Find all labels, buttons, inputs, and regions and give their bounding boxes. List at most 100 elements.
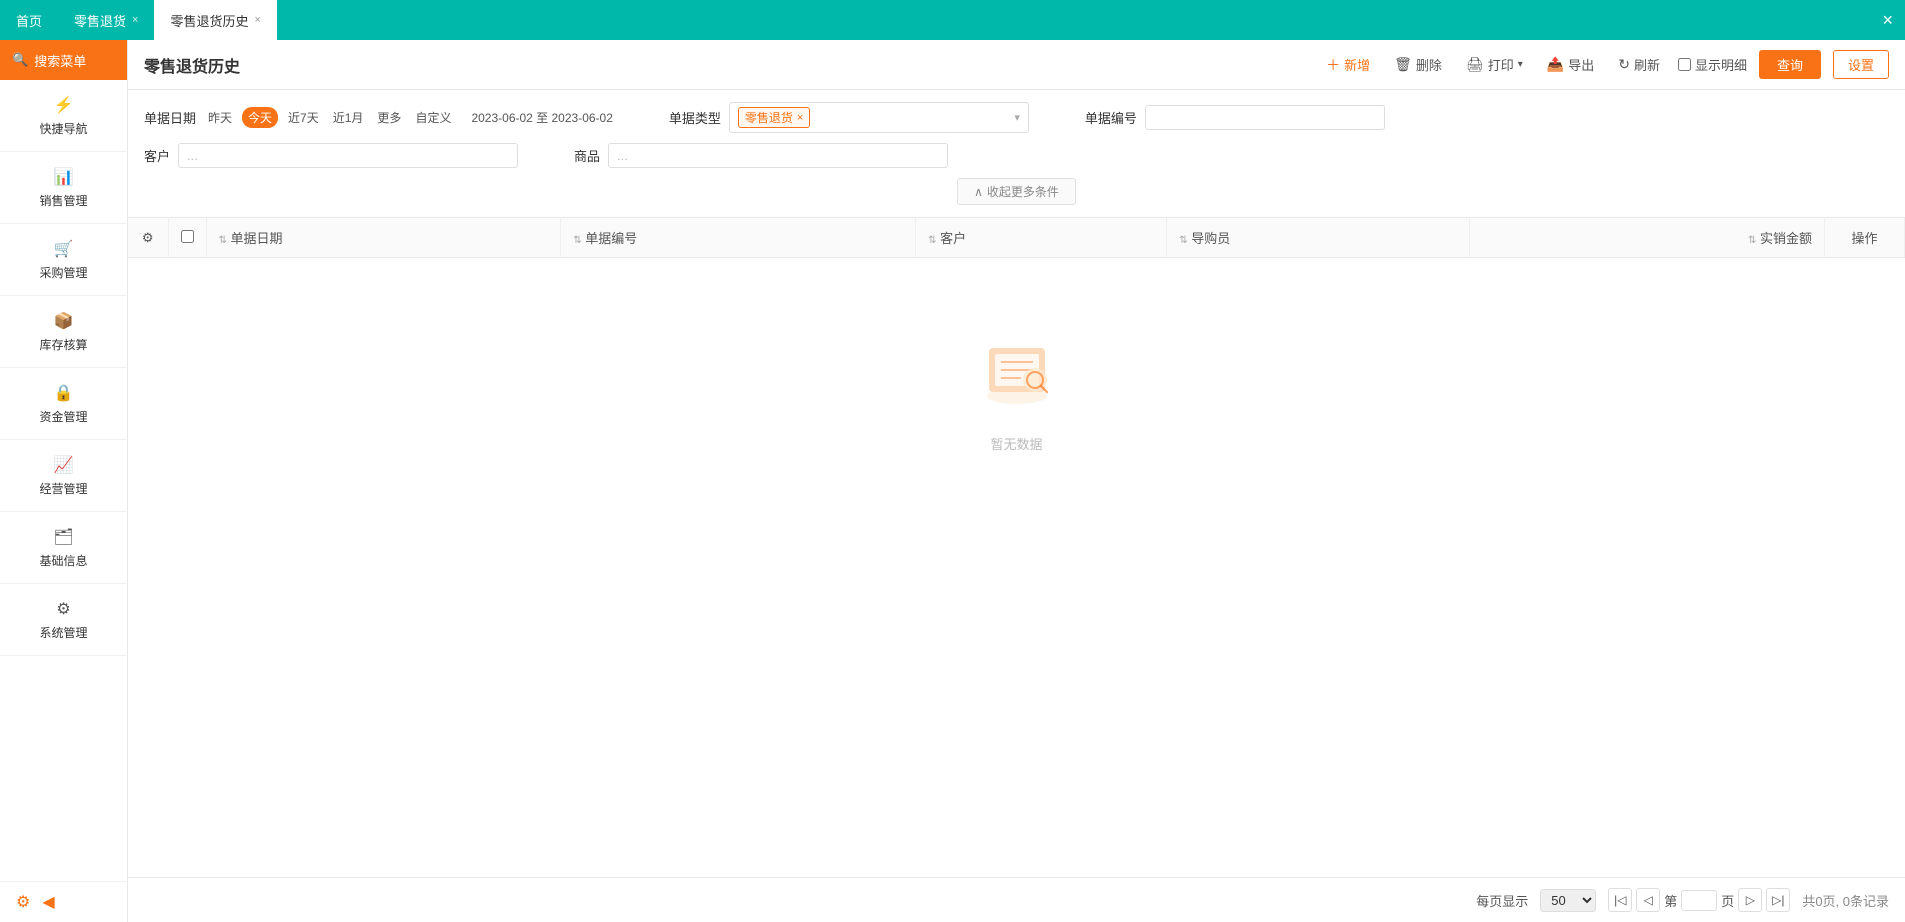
column-number[interactable]: ⇅ 单据编号 [561, 218, 916, 258]
filter-number-group: 单据编号 [1085, 105, 1385, 130]
inventory-icon: 📦 [53, 310, 75, 332]
sidebar-item-operations-label: 经营管理 [39, 480, 87, 497]
date-btn-7days[interactable]: 近7天 [284, 107, 323, 128]
sidebar-item-system[interactable]: ⚙ 系统管理 [0, 584, 127, 656]
print-arrow-icon: ▾ [1518, 59, 1523, 70]
sidebar-item-quick-nav[interactable]: ⚡ 快捷导航 [0, 80, 127, 152]
customer-filter-select[interactable]: ... [178, 143, 518, 168]
refresh-icon: ↻ [1618, 56, 1630, 73]
sales-icon: 📊 [53, 166, 75, 188]
goods-placeholder: ... [617, 148, 628, 163]
sidebar-item-finance[interactable]: 🔒 资金管理 [0, 368, 127, 440]
type-tag-close[interactable]: × [797, 112, 803, 124]
prev-page-button[interactable]: ◁ [1636, 888, 1660, 912]
column-customer-sort-icon: ⇅ [928, 235, 936, 246]
topbar-tabs: 首页 零售退货 × 零售退货历史 × [0, 0, 1870, 40]
sidebar-item-purchase[interactable]: 🛒 采购管理 [0, 224, 127, 296]
print-button[interactable]: 🖨 打印 ▾ [1460, 51, 1529, 78]
export-label: 导出 [1568, 55, 1594, 74]
new-icon: ＋ [1326, 55, 1340, 75]
quick-nav-icon: ⚡ [53, 94, 75, 116]
column-amount-sort-icon: ⇅ [1748, 235, 1756, 246]
export-button[interactable]: 📤 导出 [1541, 51, 1600, 78]
sidebar-item-sales[interactable]: 📊 销售管理 [0, 152, 127, 224]
collapse-filter-button[interactable]: ∧ 收起更多条件 [957, 178, 1076, 205]
refresh-button[interactable]: ↻ 刷新 [1612, 51, 1666, 78]
column-date-label: 单据日期 [231, 231, 283, 246]
sidebar-search-button[interactable]: 🔍 搜索菜单 [0, 40, 127, 80]
filter-row-2: 客户 ... 商品 ... [144, 143, 1889, 168]
column-guide[interactable]: ⇅ 导购员 [1167, 218, 1470, 258]
collapse-label: 收起更多条件 [987, 183, 1059, 200]
select-all-checkbox[interactable] [181, 230, 194, 243]
filter-settings-button[interactable]: 设置 [1833, 50, 1889, 79]
sidebar-item-base-info-label: 基础信息 [39, 552, 87, 569]
filter-type-group: 单据类型 零售退货 × ▾ [669, 102, 1029, 133]
column-date-sort-icon: ⇅ [219, 235, 227, 246]
sidebar-search-label: 搜索菜单 [34, 51, 86, 70]
goods-filter-select[interactable]: ... [608, 143, 948, 168]
column-amount[interactable]: ⇅ 实销金额 [1470, 218, 1825, 258]
refresh-label: 刷新 [1634, 55, 1660, 74]
column-amount-label: 实销金额 [1760, 231, 1812, 246]
tab-retail-return-history-close[interactable]: × [254, 14, 260, 26]
type-filter-label: 单据类型 [669, 108, 721, 127]
sidebar-item-operations[interactable]: 📈 经营管理 [0, 440, 127, 512]
date-btn-more[interactable]: 更多 [373, 107, 405, 128]
window-close-button[interactable]: × [1870, 10, 1905, 31]
last-page-button[interactable]: ▷| [1766, 888, 1790, 912]
page-nav: |◁ ◁ 第 1 页 ▷ ▷| [1608, 888, 1790, 912]
next-page-button[interactable]: ▷ [1738, 888, 1762, 912]
page-number-input[interactable]: 1 [1681, 890, 1717, 911]
date-btn-yesterday[interactable]: 昨天 [204, 107, 236, 128]
tab-retail-return-history-label: 零售退货历史 [170, 11, 248, 30]
type-filter-select[interactable]: 零售退货 × ▾ [729, 102, 1029, 133]
pagination-bar: 每页显示 50 10 20 100 |◁ ◁ 第 1 页 ▷ ▷| 共0页, 0… [128, 877, 1905, 922]
table-header-row: ⚙ ⇅ 单据日期 ⇅ 单据编号 [128, 218, 1905, 258]
column-date[interactable]: ⇅ 单据日期 [206, 218, 561, 258]
filter-date-range-group: 2023-06-02 至 2023-06-02 [471, 109, 612, 126]
date-btn-today[interactable]: 今天 [242, 107, 278, 128]
date-btn-custom[interactable]: 自定义 [411, 107, 455, 128]
filter-row-1: 单据日期 昨天 今天 近7天 近1月 更多 自定义 2023-06-02 至 2… [144, 102, 1889, 133]
per-page-select[interactable]: 50 10 20 100 [1540, 889, 1596, 912]
show-detail-checkbox[interactable] [1678, 58, 1691, 71]
tab-home-label: 首页 [16, 11, 42, 30]
sidebar-item-system-label: 系统管理 [39, 624, 87, 641]
sidebar-bottom: ⚙ ◀ [0, 881, 127, 922]
type-select-arrow: ▾ [1014, 111, 1020, 124]
filter-goods-group: 商品 ... [574, 143, 948, 168]
tab-home[interactable]: 首页 [0, 0, 58, 40]
sidebar-item-finance-label: 资金管理 [39, 408, 87, 425]
column-guide-sort-icon: ⇅ [1179, 235, 1187, 246]
number-filter-input[interactable] [1145, 105, 1385, 130]
collapse-sidebar-icon[interactable]: ◀ [42, 892, 54, 912]
column-settings[interactable]: ⚙ [128, 218, 168, 258]
page-label: 第 [1664, 891, 1677, 910]
settings-bottom-icon[interactable]: ⚙ [16, 892, 30, 912]
date-btn-1month[interactable]: 近1月 [329, 107, 368, 128]
show-detail-checkbox-label[interactable]: 显示明细 [1678, 55, 1747, 74]
empty-state: 暂无数据 [128, 258, 1905, 513]
sidebar-item-inventory[interactable]: 📦 库存核算 [0, 296, 127, 368]
tab-retail-return[interactable]: 零售退货 × [58, 0, 154, 40]
goods-filter-label: 商品 [574, 146, 600, 165]
column-customer[interactable]: ⇅ 客户 [916, 218, 1167, 258]
customer-placeholder: ... [187, 148, 198, 163]
filter-date-group: 单据日期 昨天 今天 近7天 近1月 更多 自定义 [144, 107, 455, 128]
column-check[interactable] [168, 218, 206, 258]
delete-button[interactable]: 🗑 删除 [1388, 51, 1448, 78]
tab-retail-return-close[interactable]: × [132, 14, 138, 26]
sidebar-item-base-info[interactable]: 🗂 基础信息 [0, 512, 127, 584]
table-wrapper: ⚙ ⇅ 单据日期 ⇅ 单据编号 [128, 218, 1905, 877]
type-tag-label: 零售退货 [745, 109, 793, 126]
tab-retail-return-history[interactable]: 零售退货历史 × [154, 0, 276, 40]
new-button[interactable]: ＋ 新增 [1320, 51, 1376, 79]
column-customer-label: 客户 [940, 231, 966, 246]
first-page-button[interactable]: |◁ [1608, 888, 1632, 912]
empty-state-icon [967, 318, 1067, 418]
column-number-label: 单据编号 [585, 231, 637, 246]
column-guide-label: 导购员 [1191, 231, 1230, 246]
filter-area: 单据日期 昨天 今天 近7天 近1月 更多 自定义 2023-06-02 至 2… [128, 90, 1905, 218]
query-button[interactable]: 查询 [1759, 50, 1821, 79]
